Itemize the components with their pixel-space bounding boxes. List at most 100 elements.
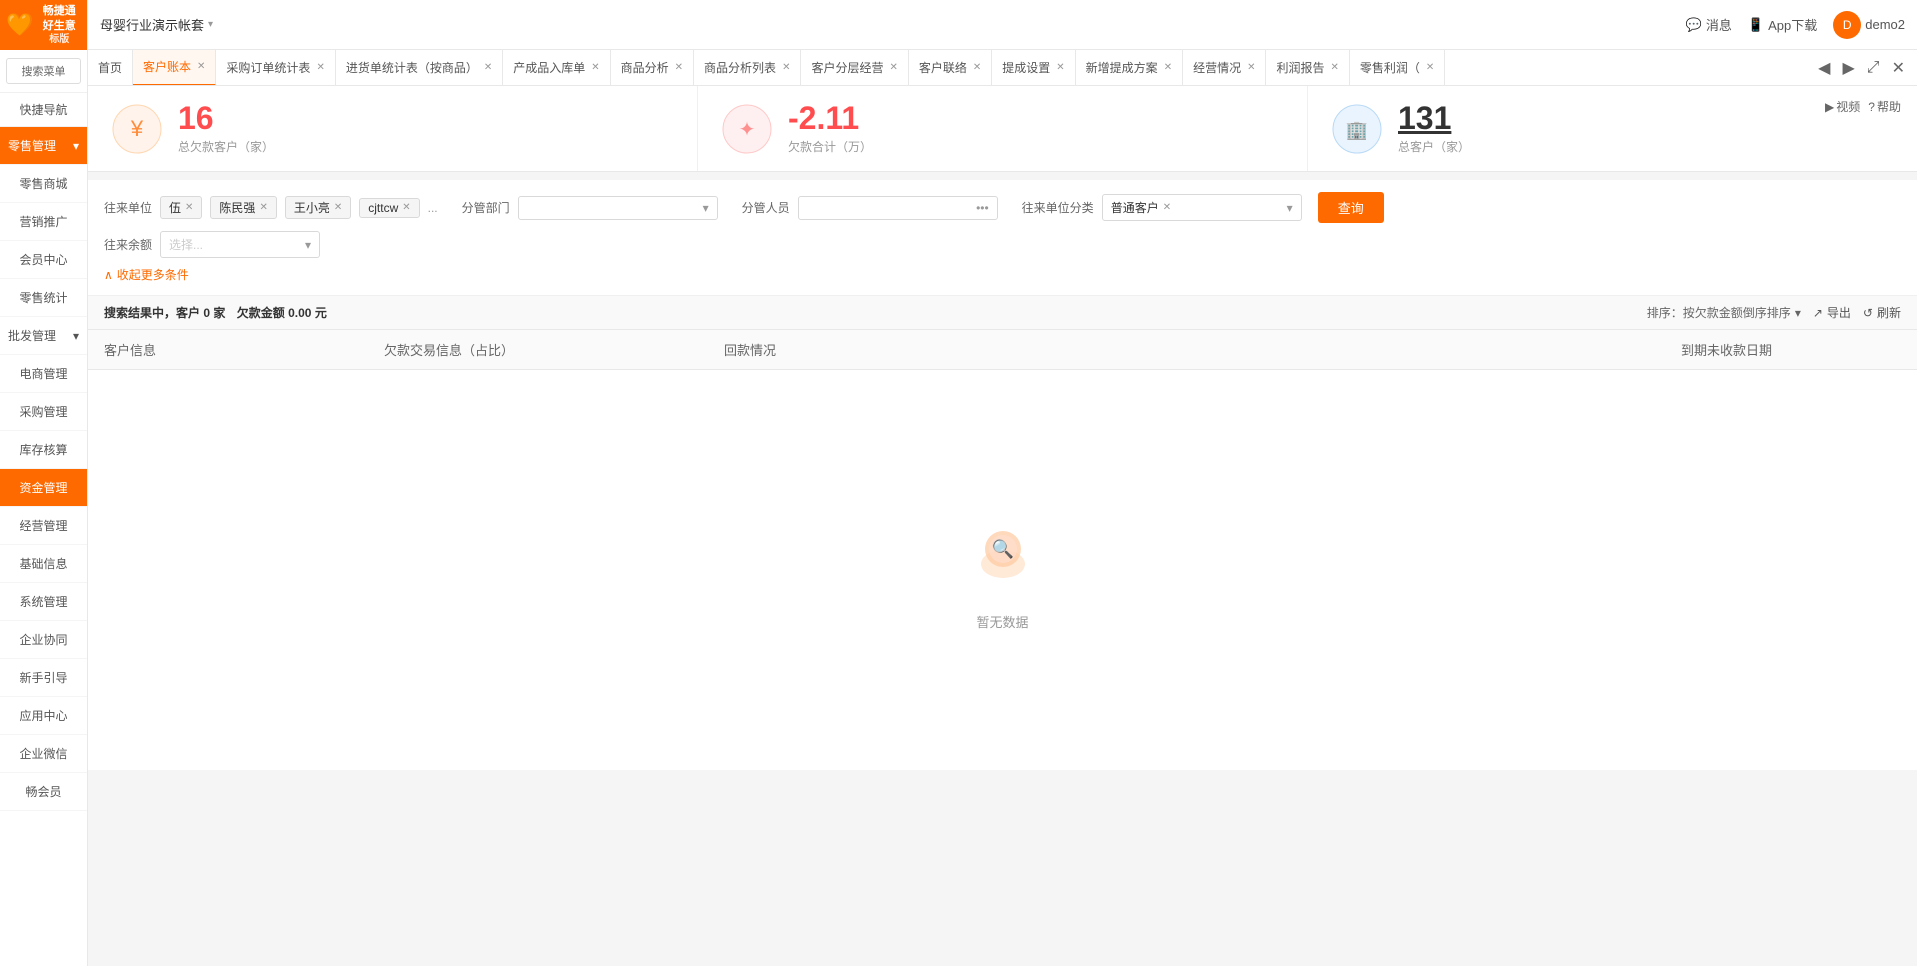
tab-retail-profit[interactable]: 零售利润（ ✕ [1350,50,1445,86]
stat-actions: ▶ 视频 ? 帮助 [1825,98,1901,115]
sidebar-item-purchase-mgmt[interactable]: 采购管理 [0,393,87,431]
video-link[interactable]: ▶ 视频 [1825,98,1860,115]
sidebar-item-retail-stats[interactable]: 零售统计 [0,279,87,317]
main-area: 母婴行业演示帐套 ▾ 💬 消息 📱 App下载 D demo2 首页 客户账本 [88,0,1917,966]
tab-customer-capital[interactable]: 客户账本 ✕ [133,50,216,86]
message-button[interactable]: 💬 消息 [1686,15,1732,34]
sidebar-item-basic-info[interactable]: 基础信息 [0,545,87,583]
close-icon[interactable]: ✕ [197,61,205,72]
topbar-left: 母婴行业演示帐套 ▾ [100,15,213,34]
tab-scroll-right-button[interactable]: ▶ [1838,56,1858,80]
sidebar-item-system-mgmt[interactable]: 系统管理 [0,583,87,621]
svg-text:✦: ✦ [739,119,756,141]
tab-product-inbound[interactable]: 产成品入库单 ✕ [503,50,610,86]
close-icon[interactable]: ✕ [1056,62,1064,73]
filter-person-select[interactable]: ••• [798,196,998,220]
close-icon[interactable]: ✕ [1164,62,1172,73]
sidebar-item-app-center[interactable]: 应用中心 [0,697,87,735]
tab-product-analysis-list[interactable]: 商品分析列表 ✕ [694,50,801,86]
tab-profit-report[interactable]: 利润报告 ✕ [1266,50,1349,86]
tabbar: 首页 客户账本 ✕ 采购订单统计表 ✕ 进货单统计表（按商品） ✕ 产成品入库单… [88,50,1917,86]
tab-home[interactable]: 首页 [88,50,133,86]
app-download-label: App下载 [1768,15,1817,34]
tab-purchase-stats-by-product[interactable]: 进货单统计表（按商品） ✕ [336,50,503,86]
stats-bar: ¥ 16 总欠款客户（家） ✦ -2.11 欠款合计 [88,86,1917,172]
filter-balance-select[interactable]: 选择... ▾ [160,231,320,258]
filter-class-select[interactable]: 普通客户 ✕ ▾ [1102,194,1302,221]
search-results-bar: 搜索结果中，客户 0 家 欠款金额 0.00 元 排序：按欠款金额倒序排序 ▾ … [88,296,1917,330]
export-button[interactable]: ↗ 导出 [1813,304,1851,321]
sort-selector[interactable]: 排序：按欠款金额倒序排序 ▾ [1647,304,1801,321]
sidebar-item-inventory-check[interactable]: 库存核算 [0,431,87,469]
filter-more-tags[interactable]: ... [428,201,438,215]
sidebar-item-member[interactable]: 畅会员 [0,773,87,811]
tab-operation-status[interactable]: 经营情况 ✕ [1183,50,1266,86]
query-button[interactable]: 查询 [1318,192,1384,223]
search-results-actions: 排序：按欠款金额倒序排序 ▾ ↗ 导出 ↺ 刷新 [1647,304,1901,321]
sidebar-item-quick-nav[interactable]: 快捷导航 [0,93,87,127]
table-header: 客户信息 欠款交易信息（占比） 回款情况 到期未收款日期 [88,330,1917,370]
remove-tag-wu[interactable]: ✕ [185,202,193,213]
close-icon[interactable]: ✕ [973,62,981,73]
sidebar-item-enterprise-wechat[interactable]: 企业微信 [0,735,87,773]
search-menu-button[interactable]: 搜索菜单 [6,58,81,84]
app-download-button[interactable]: 📱 App下载 [1748,15,1817,34]
tab-label: 经营情况 [1193,59,1241,76]
sidebar-item-batch-mgmt[interactable]: 批发管理 ▾ [0,317,87,355]
close-icon[interactable]: ✕ [889,62,897,73]
account-name: 母婴行业演示帐套 [100,15,204,34]
tab-purchase-order-stats[interactable]: 采购订单统计表 ✕ [216,50,335,86]
results-count: 0 [203,306,210,320]
filter-balance-placeholder: 选择... [169,236,301,253]
empty-icon: 🔍 [963,509,1043,604]
sidebar-item-operations-mgmt[interactable]: 经营管理 [0,507,87,545]
tab-close-all-button[interactable]: ✕ [1888,56,1909,80]
help-icon: ? [1868,100,1875,114]
filter-row-2: 往来余额 选择... ▾ [104,231,1901,258]
sidebar-item-marketing[interactable]: 营销推广 [0,203,87,241]
sidebar-item-enterprise-collab[interactable]: 企业协同 [0,621,87,659]
close-icon[interactable]: ✕ [484,62,492,73]
sidebar-item-new-guide[interactable]: 新手引导 [0,659,87,697]
tab-prompt-settings[interactable]: 提成设置 ✕ [992,50,1075,86]
close-icon[interactable]: ✕ [1247,62,1255,73]
filter-dept-select[interactable]: ▾ [518,196,718,220]
tab-customer-tier-mgmt[interactable]: 客户分层经营 ✕ [801,50,908,86]
help-link[interactable]: ? 帮助 [1868,98,1901,115]
close-icon[interactable]: ✕ [591,62,599,73]
tab-maximize-button[interactable]: ⤢ [1863,57,1884,79]
empty-illustration: 🔍 [963,509,1043,589]
remove-tag-cjttcw[interactable]: ✕ [402,202,410,213]
collapse-filter-button[interactable]: ∧ 收起更多条件 [104,266,1901,283]
sidebar-item-retail-mgmt[interactable]: 零售管理 ▾ [0,127,87,165]
close-icon[interactable]: ✕ [782,62,790,73]
sidebar-item-ecommerce-mgmt[interactable]: 电商管理 [0,355,87,393]
tab-scroll-left-button[interactable]: ◀ [1814,56,1834,80]
sidebar-item-member-center[interactable]: 会员中心 [0,241,87,279]
tab-product-analysis[interactable]: 商品分析 ✕ [611,50,694,86]
remove-tag-normal-customer[interactable]: ✕ [1163,202,1171,213]
logo-sub: 标版 [37,33,81,46]
sidebar-item-finance-mgmt[interactable]: 资金管理 [0,469,87,507]
sidebar-item-retail-mall[interactable]: 零售商城 [0,165,87,203]
close-icon[interactable]: ✕ [675,62,683,73]
close-icon[interactable]: ✕ [316,62,324,73]
account-selector[interactable]: 母婴行业演示帐套 ▾ [100,15,213,34]
stat-bg-icon-3: 🏢 [1332,104,1382,154]
remove-tag-chen[interactable]: ✕ [259,202,267,213]
tab-label: 商品分析列表 [704,59,776,76]
sidebar-search-area[interactable]: 搜索菜单 [0,50,87,93]
close-icon[interactable]: ✕ [1426,62,1434,73]
tab-label: 商品分析 [621,59,669,76]
tab-new-prompt-plan[interactable]: 新增提成方案 ✕ [1076,50,1183,86]
remove-tag-wang[interactable]: ✕ [334,202,342,213]
user-profile-button[interactable]: D demo2 [1833,11,1905,39]
chevron-down-icon: ▾ [1795,306,1801,320]
results-amount: 0.00 [288,306,311,320]
tab-customer-contact[interactable]: 客户联络 ✕ [909,50,992,86]
close-icon[interactable]: ✕ [1331,62,1339,73]
more-options-icon[interactable]: ••• [976,201,989,215]
refresh-button[interactable]: ↺ 刷新 [1863,304,1901,321]
chevron-down-icon: ▾ [305,238,311,252]
svg-text:🔍: 🔍 [991,537,1013,559]
